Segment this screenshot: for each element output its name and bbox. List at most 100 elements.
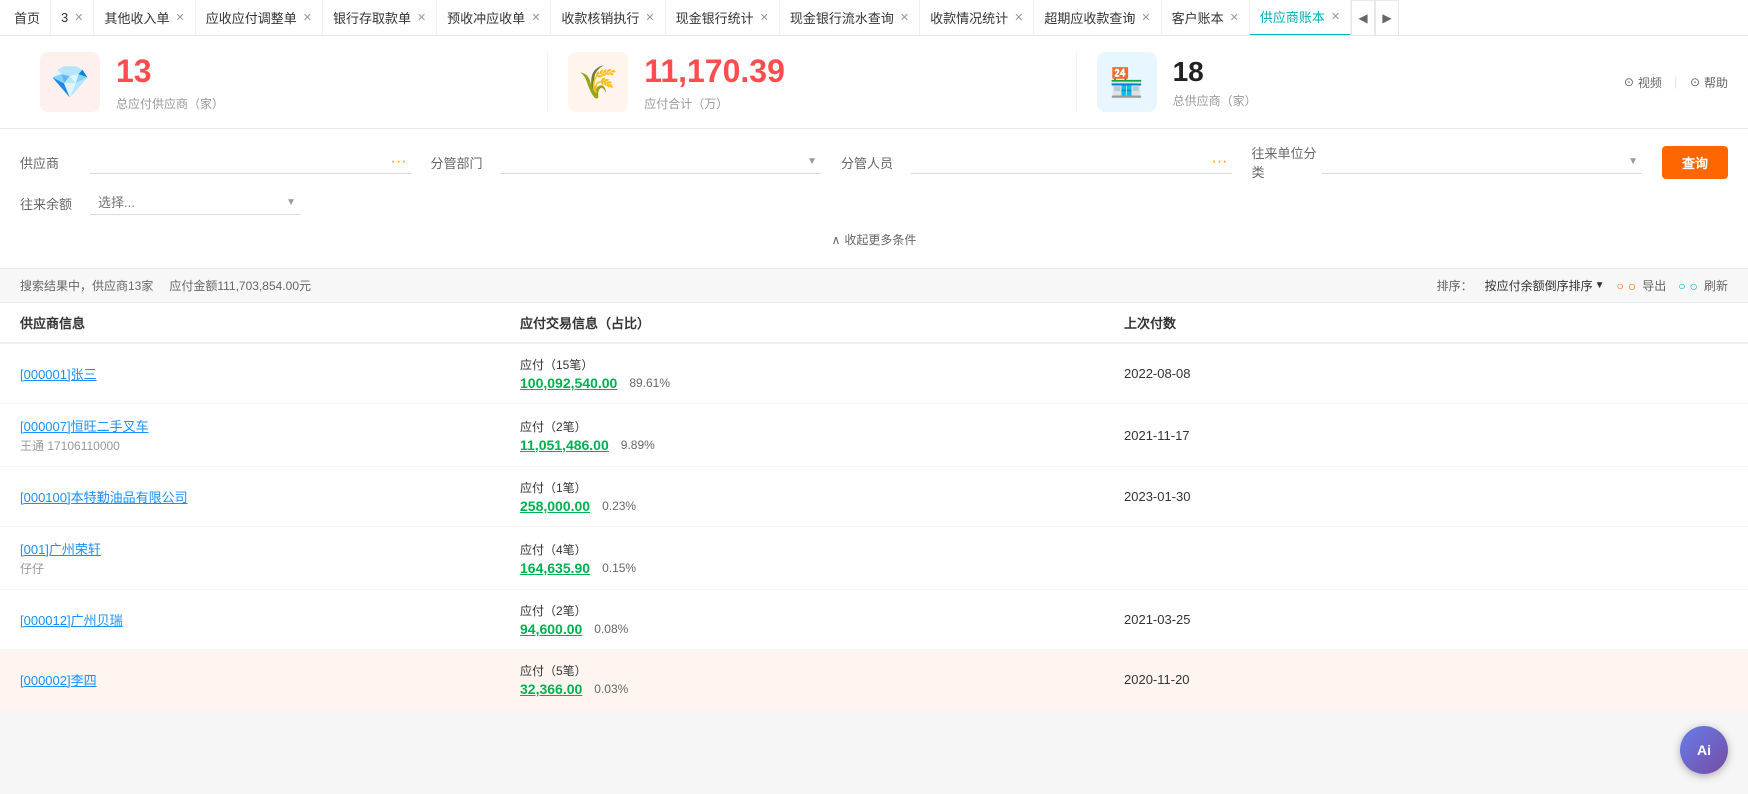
close-icon[interactable]: ✕ <box>531 11 540 24</box>
sort-button[interactable]: 按应付余额倒序排序 ▼ <box>1485 277 1605 294</box>
supplier-link-row2[interactable]: [000007]恒旺二手叉车 <box>20 416 520 435</box>
supplier-name-link-row3[interactable]: [000100]本特勤油品有限公司 <box>20 490 188 505</box>
last-pay-cell-row3: 2023-01-30 <box>1124 489 1728 504</box>
supplier-name-link-row4[interactable]: [001]广州荣轩 <box>20 542 101 557</box>
filter-row-1: 供应商 ··· 分管部门 ▼ 分管人员 ··· 往来单位分类 <box>20 143 1728 181</box>
export-button[interactable]: ○ 导出 <box>1617 277 1667 294</box>
close-icon[interactable]: ✕ <box>303 11 312 24</box>
nav-tab-overdue-ar[interactable]: 超期应收款查询 ✕ <box>1034 0 1161 36</box>
summary-card-total-info: 18 总供应商（家） <box>1173 55 1584 110</box>
query-button[interactable]: 查询 <box>1662 146 1728 179</box>
diamond-icon: 💎 <box>40 52 100 112</box>
result-info: 搜索结果中，供应商13家 应付金额111,703,854.00元 <box>20 277 311 294</box>
balance-dropdown-wrap: ▼ <box>90 191 300 215</box>
balance-input[interactable] <box>90 191 282 214</box>
pay-percent-row6: 0.03% <box>594 682 628 696</box>
supplier-name-link-row2[interactable]: [000007]恒旺二手叉车 <box>20 419 149 434</box>
table-row: [001]广州荣轩 仔仔 应付（4笔） 164,635.90 0.15% <box>0 527 1748 590</box>
ai-label: Ai <box>1697 742 1711 758</box>
last-pay-date-row5: 2021-03-25 <box>1124 612 1191 627</box>
pay-amount-value-row4[interactable]: 164,635.90 <box>520 560 590 576</box>
nav-tab-receipt-stat-label: 收款情况统计 <box>930 8 1008 27</box>
supplier-table: 供应商信息 应付交易信息（占比） 上次付数 [000001]张三 应付（15笔）… <box>0 303 1748 710</box>
supplier-name-link-row6[interactable]: [000002]李四 <box>20 673 97 688</box>
supplier-info-cell-row6: [000002]李四 <box>20 670 520 689</box>
close-icon[interactable]: ✕ <box>1014 11 1023 24</box>
last-pay-cell-row5: 2021-03-25 <box>1124 612 1728 627</box>
close-icon[interactable]: ✕ <box>900 11 909 24</box>
nav-tab-supplier-ledger[interactable]: 供应商账本 ✕ <box>1250 0 1351 36</box>
nav-tab-receipt-stat[interactable]: 收款情况统计 ✕ <box>920 0 1034 36</box>
supplier-name-link-row5[interactable]: [000012]广州贝瑞 <box>20 613 123 628</box>
close-icon[interactable]: ✕ <box>760 11 769 24</box>
nav-tab-cash-flow[interactable]: 现金银行流水查询 ✕ <box>780 0 920 36</box>
supplier-info-cell-row2: [000007]恒旺二手叉车 王通 17106110000 <box>20 416 520 454</box>
nav-tab-payment-verify[interactable]: 收款核销执行 ✕ <box>551 0 665 36</box>
close-icon[interactable]: ✕ <box>175 11 184 24</box>
dept-dropdown-arrow-icon[interactable]: ▼ <box>803 156 821 167</box>
nav-tab-bank-deposit[interactable]: 银行存取款单 ✕ <box>323 0 437 36</box>
dept-dropdown-wrap: ▼ <box>501 150 822 174</box>
nav-tab-customer-ledger[interactable]: 客户账本 ✕ <box>1162 0 1250 36</box>
transaction-cell-row2: 应付（2笔） 11,051,486.00 9.89% <box>520 418 1124 453</box>
supplier-info-cell: [000001]张三 <box>20 364 520 383</box>
pay-amount-value-row6[interactable]: 32,366.00 <box>520 681 582 697</box>
export-label: 导出 <box>1642 277 1666 294</box>
dept-input[interactable] <box>501 150 804 173</box>
nav-tab-home[interactable]: 首页 <box>4 0 51 36</box>
transaction-cell-row5: 应付（2笔） 94,600.00 0.08% <box>520 602 1124 637</box>
person-input[interactable] <box>911 150 1208 173</box>
transaction-cell-row6: 应付（5笔） 32,366.00 0.03% <box>520 662 1124 697</box>
close-icon[interactable]: ✕ <box>1141 11 1150 24</box>
pay-amount-value-row1[interactable]: 100,092,540.00 <box>520 375 617 391</box>
supplier-dots-icon[interactable]: ··· <box>387 153 411 171</box>
pay-amount-row5: 94,600.00 0.08% <box>520 621 1124 637</box>
close-icon[interactable]: ✕ <box>417 11 426 24</box>
nav-tab-other-income[interactable]: 其他收入单 ✕ <box>94 0 195 36</box>
nav-tab-home-label: 首页 <box>14 8 40 27</box>
category-dropdown-arrow-icon[interactable]: ▼ <box>1624 156 1642 167</box>
person-dots-icon[interactable]: ··· <box>1208 153 1232 171</box>
pay-amount-row: 100,092,540.00 89.61% <box>520 375 1124 391</box>
transaction-cell-row3: 应付（1笔） 258,000.00 0.23% <box>520 479 1124 514</box>
close-icon[interactable]: ✕ <box>1230 11 1239 24</box>
close-icon[interactable]: ✕ <box>645 11 654 24</box>
ai-assistant-button[interactable]: Ai <box>1680 726 1728 774</box>
collapse-text: 收起更多条件 <box>844 231 916 248</box>
category-input[interactable] <box>1322 150 1625 173</box>
table-row: [000001]张三 应付（15笔） 100,092,540.00 89.61%… <box>0 344 1748 404</box>
nav-prev-arrow[interactable]: ◀ <box>1351 0 1375 36</box>
table-row: [000012]广州贝瑞 应付（2笔） 94,600.00 0.08% 2021… <box>0 590 1748 650</box>
nav-next-arrow[interactable]: ▶ <box>1375 0 1399 36</box>
amount-text: 应付金额111,703,854.00元 <box>169 277 311 294</box>
nav-tab-cash-bank-stat-label: 现金银行统计 <box>676 8 754 27</box>
last-pay-date-row2: 2021-11-17 <box>1124 428 1190 443</box>
supplier-name-link[interactable]: [000001]张三 <box>20 367 97 382</box>
col-header-last-pay: 上次付数 <box>1124 313 1728 332</box>
nav-tab-advance-offset[interactable]: 预收冲应收单 ✕ <box>437 0 551 36</box>
summary-card-payable-total: 🌾 11,170.39 应付合计（万） <box>547 52 1075 112</box>
pay-amount-value-row5[interactable]: 94,600.00 <box>520 621 582 637</box>
nav-tab-3[interactable]: 3 ✕ <box>51 0 94 36</box>
nav-tab-3-label: 3 <box>61 10 68 25</box>
supplier-input[interactable] <box>90 150 387 173</box>
wheat-icon: 🌾 <box>568 52 628 112</box>
pay-amount-value-row2[interactable]: 11,051,486.00 <box>520 437 609 453</box>
pay-amount-value-row3[interactable]: 258,000.00 <box>520 498 590 514</box>
nav-tab-cash-bank-stat[interactable]: 现金银行统计 ✕ <box>666 0 780 36</box>
collapse-bar[interactable]: ∧ 收起更多条件 <box>20 225 1728 254</box>
supplier-link-row1[interactable]: [000001]张三 <box>20 364 520 383</box>
help-link[interactable]: 帮助 <box>1704 74 1728 91</box>
filter-balance: 往来余额 ▼ <box>20 191 300 215</box>
table-row: [000002]李四 应付（5笔） 32,366.00 0.03% 2020-1… <box>0 650 1748 710</box>
last-pay-cell-row1: 2022-08-08 <box>1124 366 1728 381</box>
person-dropdown-wrap: ··· <box>911 150 1232 174</box>
refresh-button[interactable]: ○ 刷新 <box>1678 277 1728 294</box>
video-link[interactable]: 视频 <box>1638 74 1662 91</box>
balance-dropdown-arrow-icon[interactable]: ▼ <box>282 197 300 208</box>
close-icon[interactable]: ✕ <box>1331 10 1340 23</box>
nav-tab-ar-ap-adjust[interactable]: 应收应付调整单 ✕ <box>196 0 323 36</box>
close-icon[interactable]: ✕ <box>74 11 83 24</box>
filter-section: 供应商 ··· 分管部门 ▼ 分管人员 ··· 往来单位分类 <box>0 129 1748 269</box>
table-row: [000100]本特勤油品有限公司 应付（1笔） 258,000.00 0.23… <box>0 467 1748 527</box>
